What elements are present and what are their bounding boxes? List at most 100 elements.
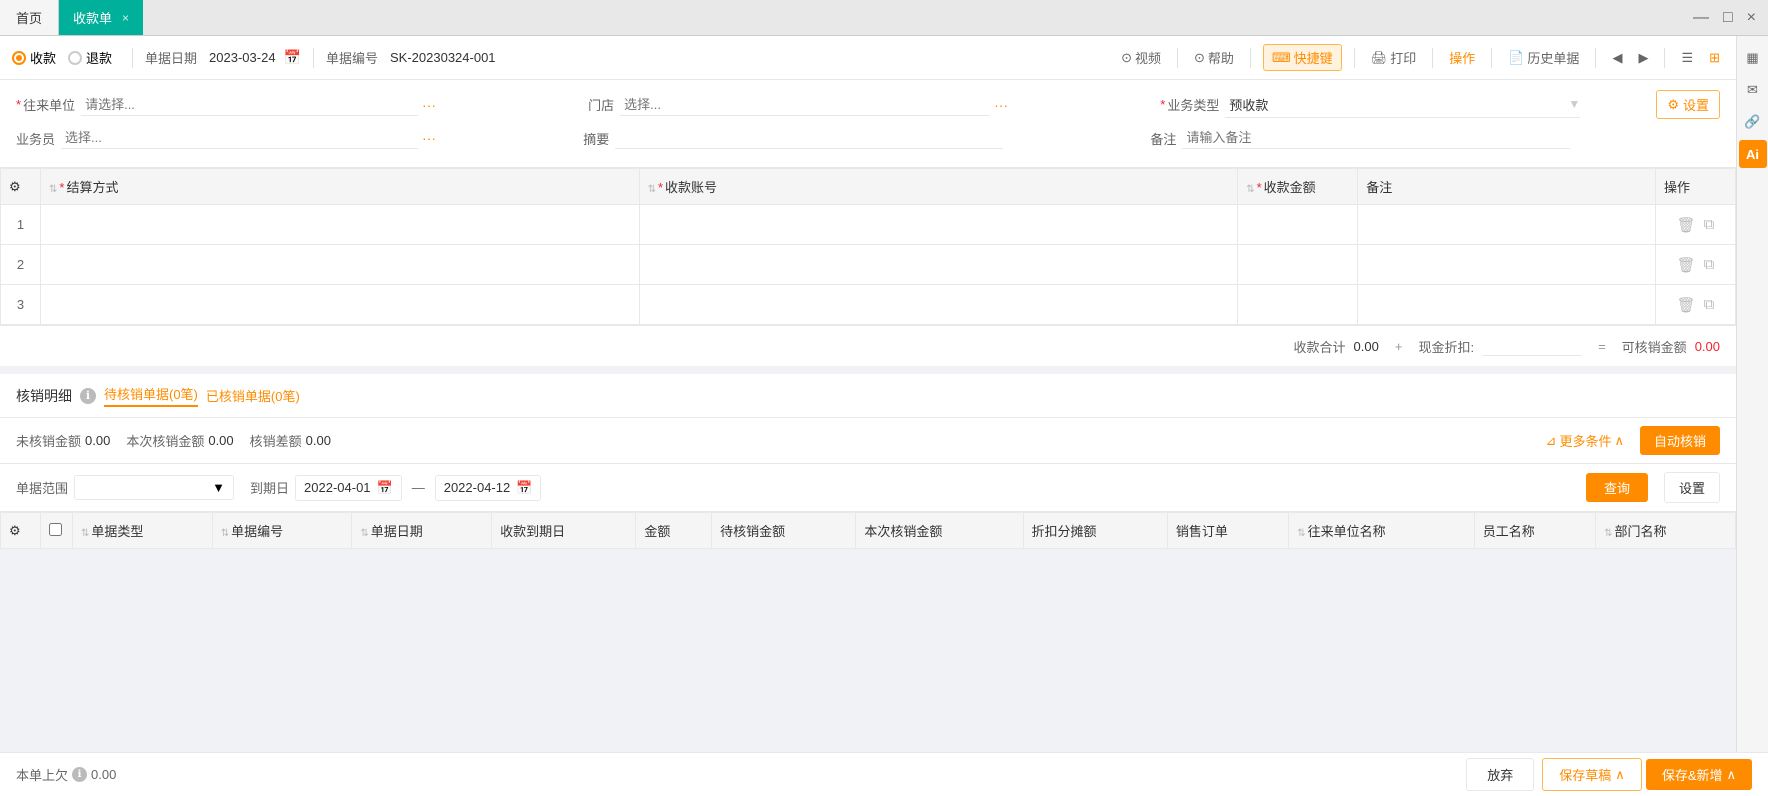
select-all-checkbox[interactable] [49,523,62,536]
auto-writeoff-button[interactable]: 自动核销 [1640,426,1720,455]
partner-more-icon[interactable]: ··· [422,97,436,113]
unchecked-label: 未核销金额 [16,431,81,450]
sidebar-mail-icon[interactable]: ✉ [1739,76,1767,104]
row2-remark[interactable] [1358,245,1656,285]
writeoff-title: 核销明细 [16,386,72,406]
store-input[interactable] [620,94,990,116]
sidebar-ai-icon[interactable]: Ai [1739,140,1767,168]
dept-name-header: ⇅部门名称 [1596,513,1736,549]
filter-settings-button[interactable]: 设置 [1664,472,1720,503]
save-new-label: 保存&新增 [1662,765,1723,784]
history-button[interactable]: 📄 历史单据 [1504,46,1583,69]
row1-remark[interactable] [1358,205,1656,245]
list-view-button[interactable]: ☰ [1677,48,1697,68]
row3-remark[interactable] [1358,285,1656,325]
date-from-input[interactable]: 2022-04-01 📅 [295,475,402,501]
row1-account[interactable] [639,205,1238,245]
salesperson-field: 业务员 ··· [16,127,436,149]
store-more-icon[interactable]: ··· [994,97,1008,113]
discount-input[interactable] [1482,336,1582,356]
row3-settlement[interactable] [41,285,640,325]
help-button[interactable]: ⊙ 帮助 [1190,46,1238,69]
writeoff-info-icon[interactable]: ℹ [80,388,96,404]
grid-view-button[interactable]: ⊞ [1705,48,1724,68]
table-row: 3 🗑 ⧉ [1,285,1736,325]
save-draft-button[interactable]: 保存草稿 ∧ [1542,758,1642,791]
partner-field: * 往来单位 ··· [16,94,436,116]
row3-amount[interactable] [1238,285,1358,325]
calendar-to-icon[interactable]: 📅 [516,480,532,496]
row3-copy-icon[interactable]: ⧉ [1704,296,1715,313]
store-label: 门店 [588,95,614,114]
total-label: 收款合计 [1294,337,1346,356]
remark-input[interactable] [1182,127,1570,149]
help-icon: ⊙ [1194,50,1205,66]
tab-close-icon[interactable]: × [122,11,129,25]
settings-gear-icon: ⚙ [1667,97,1679,113]
maximize-button[interactable]: □ [1719,7,1737,29]
salesperson-input[interactable] [61,127,418,149]
operation-label: 操作 [1449,48,1475,67]
remark-header: 备注 [1358,169,1656,205]
tab-receipt-label: 收款单 [73,8,112,27]
receipt-radio[interactable]: 收款 [12,48,56,67]
tab-receipt[interactable]: 收款单 × [59,0,143,35]
window-close-button[interactable]: × [1743,7,1760,29]
refund-radio[interactable]: 退款 [68,48,112,67]
more-conditions-button[interactable]: ⊿ 更多条件 ∧ [1546,431,1624,450]
row2-settlement[interactable] [41,245,640,285]
available-label: 可核销金额 [1622,337,1687,356]
pending-tab[interactable]: 待核销单据(0笔) [104,384,198,407]
abandon-button[interactable]: 放弃 [1466,758,1534,791]
tab-home[interactable]: 首页 [0,0,59,35]
shortcut-button[interactable]: ⌨ 快捷键 [1263,44,1342,71]
sidebar-table-icon[interactable]: ▦ [1739,44,1767,72]
history-label: 历史单据 [1527,48,1579,67]
row2-amount[interactable] [1238,245,1358,285]
row2-delete-icon[interactable]: 🗑 [1677,256,1696,274]
operation-button[interactable]: 操作 [1445,46,1479,69]
row3-account[interactable] [639,285,1238,325]
current-amount-header: 本次核销金额 [856,513,1023,549]
sales-order-header: 销售订单 [1167,513,1288,549]
toolbar: 收款 退款 单据日期 2023-03-24 📅 单据编号 SK-20230324… [0,36,1736,80]
date-calendar-icon[interactable]: 📅 [284,49,301,66]
print-button[interactable]: 🖨 打印 [1367,46,1421,69]
summary-input[interactable] [615,127,1003,149]
calendar-from-icon[interactable]: 📅 [377,480,393,496]
row1-amount[interactable] [1238,205,1358,245]
video-button[interactable]: ⊙ 视频 [1117,46,1165,69]
footer-info-icon[interactable]: ℹ [72,767,87,782]
row2-copy-icon[interactable]: ⧉ [1704,256,1715,273]
business-type-select[interactable]: 预收款 ▼ [1225,92,1580,118]
query-button[interactable]: 查询 [1586,473,1648,502]
date-label: 单据日期 [145,48,197,67]
date-from-value: 2022-04-01 [304,480,371,495]
minimize-button[interactable]: — [1689,7,1713,29]
row1-copy-icon[interactable]: ⧉ [1704,216,1715,233]
video-label: 视频 [1135,48,1161,67]
table-settings-header[interactable]: ⚙ [1,169,41,205]
page-footer: 本单上欠 ℹ 0.00 放弃 保存草稿 ∧ 保存&新增 ∧ [0,752,1768,796]
prev-button[interactable]: ◀ [1608,48,1626,68]
row2-account[interactable] [639,245,1238,285]
writeoff-diff-label: 核销差额 [250,431,302,450]
row3-delete-icon[interactable]: 🗑 [1677,296,1696,314]
business-type-required-mark: * [1160,97,1165,112]
next-button[interactable]: ▶ [1634,48,1652,68]
bottom-checkbox-header[interactable] [41,513,73,549]
row3-actions: 🗑 ⧉ [1656,285,1736,325]
row1-settlement[interactable] [41,205,640,245]
bottom-settings-header[interactable]: ⚙ [1,513,41,549]
row1-delete-icon[interactable]: 🗑 [1677,216,1696,234]
writeoff-section: 核销明细 ℹ 待核销单据(0笔) 已核销单据(0笔) 未核销金额 0.00 本次… [0,374,1736,549]
done-tab[interactable]: 已核销单据(0笔) [206,386,300,405]
salesperson-more-icon[interactable]: ··· [422,130,436,146]
save-new-button[interactable]: 保存&新增 ∧ [1646,759,1752,790]
partner-input[interactable] [81,94,418,116]
date-to-input[interactable]: 2022-04-12 📅 [435,475,542,501]
range-select[interactable]: ▼ [74,475,234,500]
settings-button[interactable]: ⚙ 设置 [1656,90,1720,119]
save-draft-chevron-icon: ∧ [1615,767,1625,783]
sidebar-link-icon[interactable]: 🔗 [1739,108,1767,136]
